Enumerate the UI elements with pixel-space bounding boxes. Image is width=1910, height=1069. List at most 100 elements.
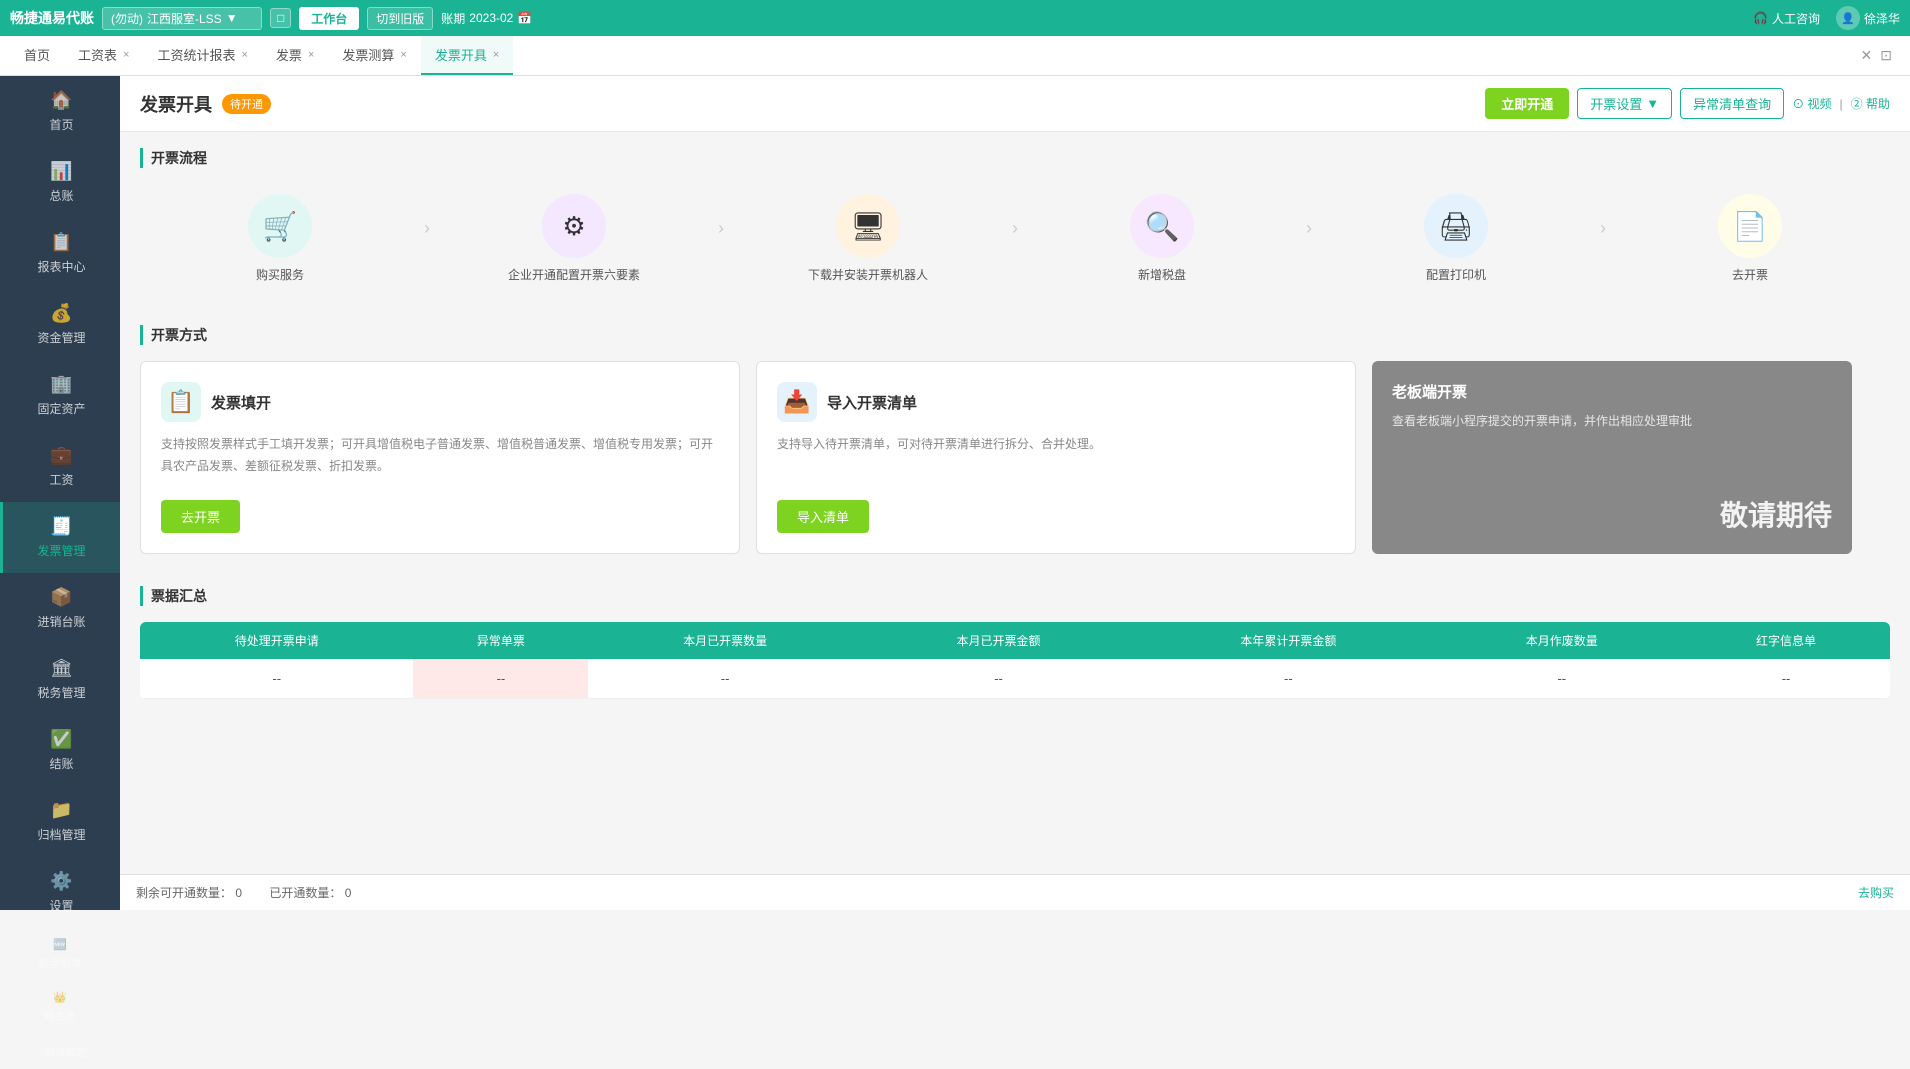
go-issue-button[interactable]: 去开票 (161, 500, 240, 533)
page-header: 发票开具 待开通 立即开通 开票设置 ▼ 异常清单查询 ⊙ 视频 | ② 帮助 (120, 76, 1910, 132)
summary-col-0: 待处理开票申请 (140, 622, 413, 659)
user-profile-button[interactable]: 👤 徐泽华 (1836, 6, 1900, 30)
import-list-card-header: 📥 导入开票清单 (777, 382, 1335, 422)
remaining-label: 剩余可开通数量： (136, 886, 232, 900)
workspace-button[interactable]: 工作台 (299, 7, 359, 30)
manual-fill-card: 📋 发票填开 支持按照发票样式手工填开发票；可开具增值税电子普通发票、增值税普通… (140, 361, 740, 554)
summary-col-4: 本年累计开票金额 (1135, 622, 1441, 659)
sidebar-item-general-ledger[interactable]: 📊 总账 (0, 147, 120, 218)
sidebar-item-archive[interactable]: 📁 归档管理 (0, 786, 120, 857)
immediate-open-button[interactable]: 立即开通 (1485, 88, 1569, 119)
sidebar-item-fixed-assets[interactable]: 🏢 固定资产 (0, 360, 120, 431)
tab-invoice-issue-close[interactable]: × (493, 49, 499, 61)
buy-link[interactable]: 去购买 (1858, 884, 1894, 901)
tab-salary-table[interactable]: 工资表 × (64, 36, 143, 75)
sidebar-item-fixed-assets-label: 固定资产 (37, 400, 85, 417)
sidebar-item-salary-label: 工资 (49, 471, 73, 488)
summary-cell-6: -- (1682, 659, 1890, 699)
coming-soon-desc: 查看老板端小程序提交的开票申请，并作出相应处理审批 (1392, 412, 1832, 429)
sidebar-item-reconcile-label: 结账 (49, 755, 73, 772)
tab-home[interactable]: 首页 (10, 36, 64, 75)
process-arrow-2: › (714, 218, 728, 239)
period-selector[interactable]: 账期 2023-02 📅 (441, 10, 532, 27)
customer-service-button[interactable]: 🎧 人工咨询 (1753, 10, 1820, 27)
sidebar-item-reconcile[interactable]: ✅ 结账 (0, 715, 120, 786)
close-all-tabs-button[interactable]: ✕ (1861, 47, 1873, 64)
summary-col-5: 本月作废数量 (1442, 622, 1683, 659)
settings-icon: ⚙️ (50, 871, 72, 892)
tab-invoice-issue[interactable]: 发票开具 × (421, 36, 513, 75)
company-dropdown-icon: ▼ (226, 11, 238, 25)
buy-service-icon-wrap: 🛒 (248, 194, 312, 258)
calendar-icon[interactable]: 📅 (517, 11, 532, 25)
tab-salary-report[interactable]: 工资统计报表 × (143, 36, 261, 75)
sidebar-item-salary[interactable]: 💼 工资 (0, 431, 120, 502)
video-help-link[interactable]: ⊙ 视频 (1792, 95, 1831, 112)
coming-soon-card: 老板端开票 查看老板端小程序提交的开票申请，并作出相应处理审批 敬请期待 (1372, 361, 1852, 554)
summary-cell-5: -- (1442, 659, 1683, 699)
user-name-label: 徐泽华 (1864, 10, 1900, 27)
fixed-assets-icon: 🏢 (50, 374, 72, 395)
headset-icon: 🎧 (1753, 11, 1768, 25)
settings-button[interactable]: 开票设置 ▼ (1577, 88, 1672, 119)
tab-invoice-label: 发票 (276, 45, 302, 64)
process-step-issue-invoice: 📄 去开票 (1610, 194, 1890, 283)
import-list-card: 📥 导入开票清单 支持导入待开票清单，可对待开票清单进行拆分、合并处理。 导入清… (756, 361, 1356, 554)
process-flow: 🛒 购买服务 › ⚙ 企业开通配置开票六要素 › 🖥 下载并安装开票机 (140, 184, 1890, 293)
manual-fill-card-icon: 📋 (161, 382, 201, 422)
content-area: 发票开具 待开通 立即开通 开票设置 ▼ 异常清单查询 ⊙ 视频 | ② 帮助 … (120, 76, 1910, 910)
sidebar-pin-button[interactable]: ↑↓取消固定 (0, 1034, 120, 1069)
buy-service-label: 购买服务 (256, 266, 304, 283)
top-bar: 畅捷通易代账 (勿动) 江西服室-LSS ▼ □ 工作台 切到旧版 账期 202… (0, 0, 1910, 36)
tab-invoice[interactable]: 发票 × (262, 36, 328, 75)
tab-home-label: 首页 (24, 45, 50, 64)
tab-invoice-close[interactable]: × (308, 49, 314, 61)
company-name: 江西服室-LSS (147, 10, 222, 27)
method-section-title: 开票方式 (140, 325, 1890, 345)
restore-window-button[interactable]: ⊡ (1880, 47, 1892, 64)
tab-salary-table-label: 工资表 (78, 45, 117, 64)
tab-invoice-calc-close[interactable]: × (400, 49, 406, 61)
purchase-sales-icon: 📦 (50, 587, 72, 608)
issue-invoice-icon: 📄 (1733, 210, 1768, 243)
abnormal-list-button[interactable]: 异常清单查询 (1680, 88, 1784, 119)
company-selector[interactable]: (勿动) 江西服室-LSS ▼ (102, 7, 262, 30)
sidebar-item-guide[interactable]: 🆕 新手引导 (0, 928, 120, 981)
sidebar-item-tax[interactable]: 🏛 税务管理 (0, 644, 120, 715)
sidebar-item-invoice-mgmt[interactable]: 🧾 发票管理 (0, 502, 120, 573)
switch-button[interactable]: 切到旧版 (367, 7, 433, 30)
tab-salary-table-close[interactable]: × (123, 49, 129, 61)
import-list-button[interactable]: 导入清单 (777, 500, 869, 533)
sidebar-item-reports[interactable]: 📋 报表中心 (0, 218, 120, 289)
sidebar-item-purchase-sales[interactable]: 📦 进销台账 (0, 573, 120, 644)
app-logo-text: 畅捷通易代账 (10, 8, 94, 28)
process-step-download-robot: 🖥 下载并安装开票机器人 (728, 194, 1008, 283)
summary-col-3: 本月已开票金额 (862, 622, 1135, 659)
sidebar-item-member[interactable]: 👑 畅会员 (0, 981, 120, 1034)
sidebar-item-home-label: 首页 (49, 116, 73, 133)
summary-section-title: 票据汇总 (140, 586, 1890, 606)
sidebar-item-fund-label: 资金管理 (37, 329, 85, 346)
help-link[interactable]: ② 帮助 (1851, 95, 1890, 112)
sidebar: 🏠 首页 📊 总账 📋 报表中心 💰 资金管理 🏢 固定资产 💼 工资 🧾 发票… (0, 76, 120, 910)
add-taxdisk-icon-wrap: 🔍 (1130, 194, 1194, 258)
reconcile-icon: ✅ (50, 729, 72, 750)
tax-icon: 🏛 (50, 658, 73, 679)
config-printer-label: 配置打印机 (1426, 266, 1486, 283)
copy-button[interactable]: □ (270, 8, 291, 28)
sidebar-item-home[interactable]: 🏠 首页 (0, 76, 120, 147)
sidebar-bottom: 🆕 新手引导 👑 畅会员 ↑↓取消固定 (0, 928, 120, 1069)
tab-invoice-calc[interactable]: 发票测算 × (328, 36, 420, 75)
customer-service-label: 人工咨询 (1772, 10, 1820, 27)
sidebar-item-fund[interactable]: 💰 资金管理 (0, 289, 120, 360)
summary-cell-0: -- (140, 659, 413, 699)
company-prefix: (勿动) (111, 10, 143, 27)
tab-salary-report-close[interactable]: × (241, 49, 247, 61)
settings-button-label: 开票设置 (1590, 94, 1642, 113)
sidebar-item-reports-label: 报表中心 (37, 258, 85, 275)
process-arrow-3: › (1008, 218, 1022, 239)
import-list-card-title: 导入开票清单 (827, 392, 917, 413)
sidebar-item-settings[interactable]: ⚙️ 设置 (0, 857, 120, 928)
bottom-bar-left: 剩余可开通数量： 0 已开通数量： 0 (136, 884, 351, 901)
process-step-enterprise-config: ⚙ 企业开通配置开票六要素 (434, 194, 714, 283)
